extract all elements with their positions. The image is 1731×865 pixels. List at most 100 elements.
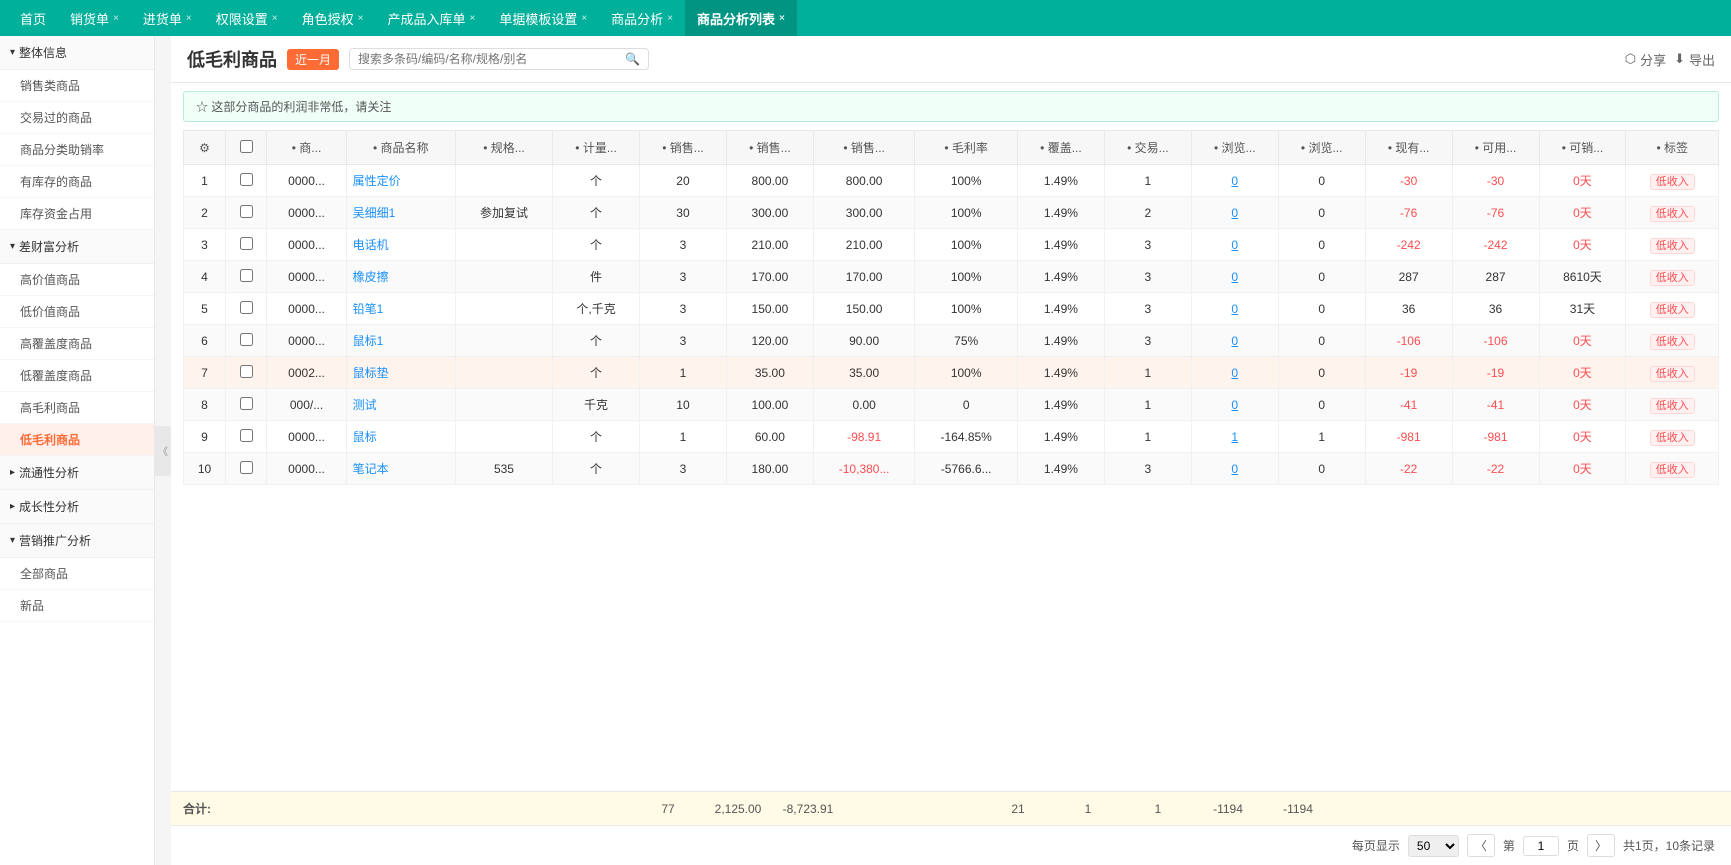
col-transaction[interactable]: • 交易... xyxy=(1104,131,1191,165)
export-button[interactable]: ⬇ 导出 xyxy=(1674,50,1715,69)
sidebar-item-high-margin[interactable]: 高毛利商品 xyxy=(0,392,154,424)
cell-checkbox[interactable] xyxy=(226,261,267,293)
cell-name[interactable]: 笔记本 xyxy=(346,453,455,485)
cell-checkbox[interactable] xyxy=(226,229,267,261)
sidebar-item-traded-goods[interactable]: 交易过的商品 xyxy=(0,102,154,134)
cell-view1[interactable]: 0 xyxy=(1191,197,1278,229)
cell-name[interactable]: 属性定价 xyxy=(346,165,455,197)
per-page-select[interactable]: 50 20 100 xyxy=(1408,835,1459,857)
cell-view1[interactable]: 0 xyxy=(1191,293,1278,325)
close-icon[interactable]: × xyxy=(113,13,119,24)
sidebar-item-low-coverage[interactable]: 低覆盖度商品 xyxy=(0,360,154,392)
nav-purchase-order[interactable]: 进货单 × xyxy=(131,0,204,36)
col-code[interactable]: • 商... xyxy=(267,131,346,165)
sidebar-collapse-button[interactable]: 《 xyxy=(155,426,171,476)
col-price[interactable]: • 销售... xyxy=(726,131,813,165)
col-saleable[interactable]: • 可销... xyxy=(1539,131,1626,165)
row-checkbox[interactable] xyxy=(240,333,253,346)
col-tag[interactable]: • 标签 xyxy=(1626,131,1719,165)
sidebar-item-high-value[interactable]: 高价值商品 xyxy=(0,264,154,296)
nav-permission[interactable]: 权限设置 × xyxy=(204,0,290,36)
sidebar-item-low-margin[interactable]: 低毛利商品 xyxy=(0,424,154,456)
col-available[interactable]: • 可用... xyxy=(1452,131,1539,165)
row-checkbox[interactable] xyxy=(240,365,253,378)
close-icon[interactable]: × xyxy=(581,13,587,24)
cell-view1[interactable]: 0 xyxy=(1191,325,1278,357)
col-view2[interactable]: • 浏览... xyxy=(1278,131,1365,165)
cell-checkbox[interactable] xyxy=(226,357,267,389)
col-checkbox[interactable] xyxy=(226,131,267,165)
sidebar-group-value-analysis[interactable]: ▾ 差财富分析 xyxy=(0,230,154,264)
close-icon[interactable]: × xyxy=(779,13,785,24)
cell-checkbox[interactable] xyxy=(226,325,267,357)
row-checkbox[interactable] xyxy=(240,205,253,218)
search-input[interactable] xyxy=(358,52,621,66)
sidebar-item-low-value[interactable]: 低价值商品 xyxy=(0,296,154,328)
select-all-checkbox[interactable] xyxy=(240,140,253,153)
col-profit-rate[interactable]: • 毛利率 xyxy=(915,131,1018,165)
sidebar-group-growth[interactable]: ▸ 成长性分析 xyxy=(0,490,154,524)
close-icon[interactable]: × xyxy=(186,13,192,24)
sidebar-item-all-goods[interactable]: 全部商品 xyxy=(0,558,154,590)
nav-sales-order[interactable]: 销货单 × xyxy=(58,0,131,36)
col-view1[interactable]: • 浏览... xyxy=(1191,131,1278,165)
share-button[interactable]: ⬡ 分享 xyxy=(1625,50,1666,69)
sidebar-item-sales-goods[interactable]: 销售类商品 xyxy=(0,70,154,102)
col-current[interactable]: • 现有... xyxy=(1365,131,1452,165)
prev-page-button[interactable]: 〈 xyxy=(1467,834,1495,857)
cell-name[interactable]: 橡皮擦 xyxy=(346,261,455,293)
nav-goods-analysis[interactable]: 商品分析 × xyxy=(599,0,685,36)
cell-checkbox[interactable] xyxy=(226,453,267,485)
cell-name[interactable]: 鼠标1 xyxy=(346,325,455,357)
cell-name[interactable]: 电话机 xyxy=(346,229,455,261)
nav-role-auth[interactable]: 角色授权 × xyxy=(290,0,376,36)
sidebar-group-circulation[interactable]: ▸ 流通性分析 xyxy=(0,456,154,490)
sidebar-item-stock-capital[interactable]: 库存资金占用 xyxy=(0,198,154,230)
sidebar-group-overall[interactable]: ▾ 整体信息 xyxy=(0,36,154,70)
cell-name[interactable]: 铅笔1 xyxy=(346,293,455,325)
cell-checkbox[interactable] xyxy=(226,421,267,453)
cell-view1[interactable]: 1 xyxy=(1191,421,1278,453)
nav-goods-analysis-list[interactable]: 商品分析列表 × xyxy=(685,0,797,36)
col-qty[interactable]: • 销售... xyxy=(640,131,727,165)
cell-name[interactable]: 吴细细1 xyxy=(346,197,455,229)
cell-checkbox[interactable] xyxy=(226,197,267,229)
row-checkbox[interactable] xyxy=(240,237,253,250)
nav-template-settings[interactable]: 单据模板设置 × xyxy=(487,0,599,36)
col-settings[interactable]: ⚙ xyxy=(184,131,226,165)
cell-checkbox[interactable] xyxy=(226,389,267,421)
row-checkbox[interactable] xyxy=(240,269,253,282)
cell-view1[interactable]: 0 xyxy=(1191,261,1278,293)
cell-view1[interactable]: 0 xyxy=(1191,453,1278,485)
col-spec[interactable]: • 规格... xyxy=(455,131,552,165)
row-checkbox[interactable] xyxy=(240,301,253,314)
sidebar-item-stock-goods[interactable]: 有库存的商品 xyxy=(0,166,154,198)
sidebar-item-high-coverage[interactable]: 高覆盖度商品 xyxy=(0,328,154,360)
row-checkbox[interactable] xyxy=(240,429,253,442)
cell-name[interactable]: 测试 xyxy=(346,389,455,421)
cell-view1[interactable]: 0 xyxy=(1191,389,1278,421)
cell-name[interactable]: 鼠标垫 xyxy=(346,357,455,389)
close-icon[interactable]: × xyxy=(667,13,673,24)
cell-view1[interactable]: 0 xyxy=(1191,165,1278,197)
sidebar-item-category-rate[interactable]: 商品分类助销率 xyxy=(0,134,154,166)
cell-checkbox[interactable] xyxy=(226,293,267,325)
next-page-button[interactable]: 〉 xyxy=(1587,834,1615,857)
nav-finished-goods[interactable]: 产成品入库单 × xyxy=(375,0,487,36)
col-amount[interactable]: • 销售... xyxy=(813,131,915,165)
close-icon[interactable]: × xyxy=(469,13,475,24)
time-period-tag[interactable]: 近一月 xyxy=(287,49,339,70)
nav-home[interactable]: 首页 xyxy=(8,0,58,36)
close-icon[interactable]: × xyxy=(358,13,364,24)
sidebar-group-marketing[interactable]: ▾ 营销推广分析 xyxy=(0,524,154,558)
cell-view1[interactable]: 0 xyxy=(1191,229,1278,261)
row-checkbox[interactable] xyxy=(240,173,253,186)
cell-view1[interactable]: 0 xyxy=(1191,357,1278,389)
row-checkbox[interactable] xyxy=(240,397,253,410)
close-icon[interactable]: × xyxy=(272,13,278,24)
cell-name[interactable]: 鼠标 xyxy=(346,421,455,453)
row-checkbox[interactable] xyxy=(240,461,253,474)
cell-checkbox[interactable] xyxy=(226,165,267,197)
col-coverage[interactable]: • 覆盖... xyxy=(1017,131,1104,165)
col-name[interactable]: • 商品名称 xyxy=(346,131,455,165)
